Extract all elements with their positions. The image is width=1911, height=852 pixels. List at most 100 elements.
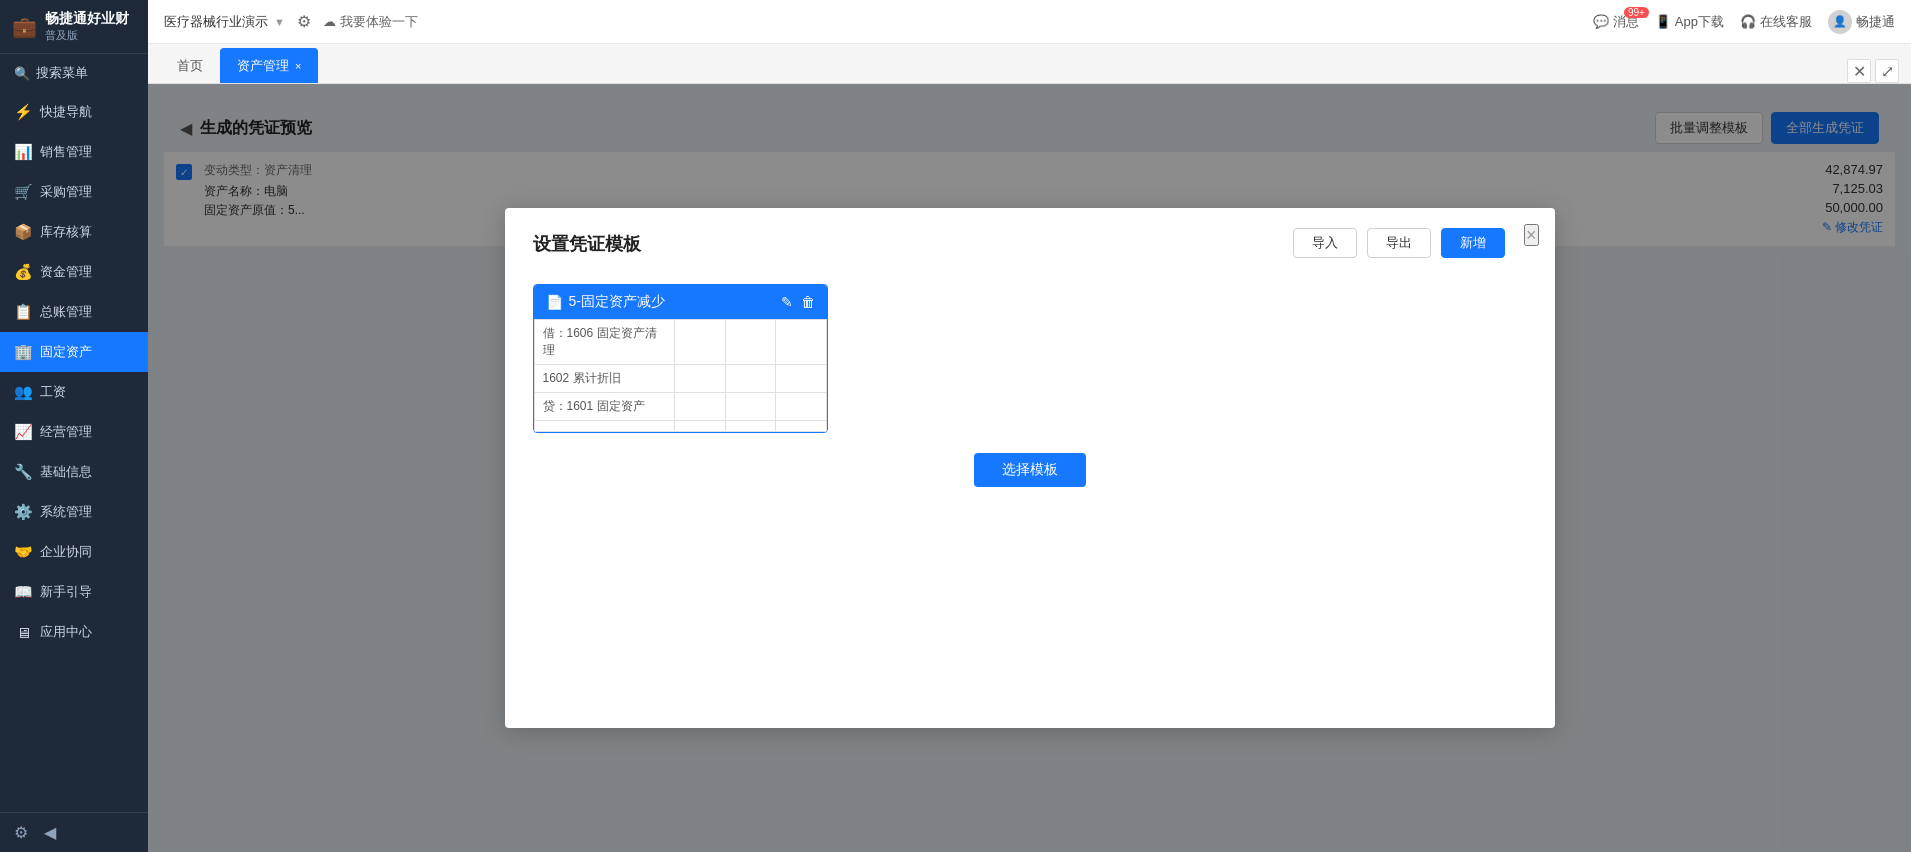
new-template-button[interactable]: 新增 bbox=[1441, 228, 1505, 258]
template-edit-icon[interactable]: ✎ bbox=[781, 294, 793, 310]
cloud-icon: ☁ bbox=[323, 14, 336, 29]
export-button[interactable]: 导出 bbox=[1367, 228, 1431, 258]
template-row bbox=[534, 421, 826, 432]
sidebar-item-label: 总账管理 bbox=[40, 303, 92, 321]
sidebar-item-库存核算[interactable]: 📦 库存核算 bbox=[0, 212, 148, 252]
sidebar-item-label: 新手引导 bbox=[40, 583, 92, 601]
sidebar-item-快捷导航[interactable]: ⚡ 快捷导航 bbox=[0, 92, 148, 132]
cloud-label: 我要体验一下 bbox=[340, 13, 418, 31]
settings-icon[interactable]: ⚙ bbox=[14, 823, 28, 842]
avatar: 👤 bbox=[1828, 10, 1852, 34]
nav-icon: 🤝 bbox=[14, 543, 32, 561]
sidebar-item-工资[interactable]: 👥工资 bbox=[0, 372, 148, 412]
import-button[interactable]: 导入 bbox=[1293, 228, 1357, 258]
template-cell-2 bbox=[725, 365, 775, 393]
sidebar-item-label: 销售管理 bbox=[40, 143, 92, 161]
template-card-action-buttons: ✎ 🗑 bbox=[781, 294, 815, 310]
nav-icon: 🛒 bbox=[14, 183, 32, 201]
sidebar-item-新手引导[interactable]: 📖新手引导 bbox=[0, 572, 148, 612]
topbar-right: 💬 消息 99+ 📱 App下载 🎧 在线客服 👤 畅捷通 bbox=[1593, 10, 1895, 34]
sidebar-item-销售管理[interactable]: 📊 销售管理 bbox=[0, 132, 148, 172]
template-row: 借：1606 固定资产清理 bbox=[534, 320, 826, 365]
nav-icon: ⚡ bbox=[14, 103, 32, 121]
collapse-icon[interactable]: ◀ bbox=[44, 823, 56, 842]
nav-icon: 👥 bbox=[14, 383, 32, 401]
template-cell-2 bbox=[725, 393, 775, 421]
brand-name: 医疗器械行业演示 bbox=[164, 13, 268, 31]
nav-icon: 🖥 bbox=[14, 624, 32, 641]
template-row: 1602 累计折旧 bbox=[534, 365, 826, 393]
message-badge: 99+ bbox=[1624, 7, 1649, 18]
nav-icon: ⚙️ bbox=[14, 503, 32, 521]
template-cell-2 bbox=[725, 421, 775, 432]
nav-icon: 📋 bbox=[14, 303, 32, 321]
topbar-brand[interactable]: 医疗器械行业演示 ▼ bbox=[164, 13, 285, 31]
modal-close-button[interactable]: × bbox=[1524, 224, 1539, 246]
user-label: 畅捷通 bbox=[1856, 13, 1895, 31]
nav-icon: 📈 bbox=[14, 423, 32, 441]
sidebar-item-label: 资金管理 bbox=[40, 263, 92, 281]
sidebar-item-label: 快捷导航 bbox=[40, 103, 92, 121]
sidebar-item-label: 经营管理 bbox=[40, 423, 92, 441]
template-card-header: 📄 5-固定资产减少 ✎ 🗑 bbox=[534, 285, 827, 319]
sidebar-search[interactable]: 🔍 搜索菜单 bbox=[0, 54, 148, 92]
tab-asset-management[interactable]: 资产管理 × bbox=[220, 48, 318, 83]
tab-maximize-button[interactable]: ⤢ bbox=[1875, 59, 1899, 83]
template-account bbox=[534, 421, 675, 432]
app-label: App下载 bbox=[1675, 13, 1724, 31]
sidebar-item-label: 库存核算 bbox=[40, 223, 92, 241]
template-row: 贷：1601 固定资产 bbox=[534, 393, 826, 421]
template-cell-1 bbox=[675, 320, 725, 365]
search-icon: 🔍 bbox=[14, 66, 30, 81]
tab-close-icon[interactable]: × bbox=[295, 60, 301, 72]
template-cell-3 bbox=[776, 320, 826, 365]
template-delete-icon[interactable]: 🗑 bbox=[801, 294, 815, 310]
modal-toolbar: 导入 导出 新增 bbox=[1293, 228, 1505, 258]
tab-home[interactable]: 首页 bbox=[160, 48, 220, 83]
template-account: 贷：1601 固定资产 bbox=[534, 393, 675, 421]
sidebar-item-应用中心[interactable]: 🖥 应用中心 bbox=[0, 612, 148, 652]
topbar-online-service[interactable]: 🎧 在线客服 bbox=[1740, 13, 1812, 31]
template-cell-2 bbox=[725, 320, 775, 365]
tabbar: 首页 资产管理 × ✕ ⤢ bbox=[148, 44, 1911, 84]
topbar-user[interactable]: 👤 畅捷通 bbox=[1828, 10, 1895, 34]
tab-close-button[interactable]: ✕ bbox=[1847, 59, 1871, 83]
topbar: 医疗器械行业演示 ▼ ⚙ ☁ 我要体验一下 💬 消息 99+ 📱 App下载 bbox=[148, 0, 1911, 44]
topbar-messages[interactable]: 💬 消息 99+ bbox=[1593, 13, 1639, 31]
tab-asset-label: 资产管理 bbox=[237, 57, 289, 75]
sidebar-search-label: 搜索菜单 bbox=[36, 64, 88, 82]
sidebar-item-label: 应用中心 bbox=[40, 623, 92, 641]
template-name: 5-固定资产减少 bbox=[569, 293, 665, 311]
nav-icon: 🔧 bbox=[14, 463, 32, 481]
sidebar-item-资金管理[interactable]: 💰 资金管理 bbox=[0, 252, 148, 292]
tab-home-label: 首页 bbox=[177, 57, 203, 75]
template-cell-3 bbox=[776, 421, 826, 432]
sidebar-item-经营管理[interactable]: 📈 经营管理 bbox=[0, 412, 148, 452]
service-label: 在线客服 bbox=[1760, 13, 1812, 31]
template-cell-3 bbox=[776, 393, 826, 421]
app-name: 畅捷通好业财 bbox=[45, 10, 129, 28]
sidebar-item-label: 企业协同 bbox=[40, 543, 92, 561]
topbar-cloud-trial[interactable]: ☁ 我要体验一下 bbox=[323, 13, 418, 31]
sidebar-item-系统管理[interactable]: ⚙️ 系统管理 bbox=[0, 492, 148, 532]
sidebar-item-label: 系统管理 bbox=[40, 503, 92, 521]
sidebar-item-总账管理[interactable]: 📋 总账管理 bbox=[0, 292, 148, 332]
select-template-section: 选择模板 bbox=[533, 453, 1527, 487]
nav-icon: 💰 bbox=[14, 263, 32, 281]
nav-icon: 📦 bbox=[14, 223, 32, 241]
template-cell-1 bbox=[675, 393, 725, 421]
modal-set-template: × 设置凭证模板 导入 导出 新增 📄 5-固定资产减 bbox=[505, 208, 1555, 728]
sidebar-item-企业协同[interactable]: 🤝 企业协同 bbox=[0, 532, 148, 572]
message-icon: 💬 bbox=[1593, 14, 1609, 29]
sidebar-item-基础信息[interactable]: 🔧基础信息 bbox=[0, 452, 148, 492]
template-account: 1602 累计折旧 bbox=[534, 365, 675, 393]
tabbar-actions: ✕ ⤢ bbox=[1847, 59, 1899, 83]
select-template-button[interactable]: 选择模板 bbox=[974, 453, 1086, 487]
topbar-app-download[interactable]: 📱 App下载 bbox=[1655, 13, 1724, 31]
sidebar-item-采购管理[interactable]: 🛒采购管理 bbox=[0, 172, 148, 212]
topbar-settings-icon[interactable]: ⚙ bbox=[297, 12, 311, 31]
sidebar-item-固定资产[interactable]: 🏢固定资产 bbox=[0, 332, 148, 372]
content-area: ◀ 生成的凭证预览 批量调整模板 全部生成凭证 ✓ 变动类型：资产清理 资产名 bbox=[148, 84, 1911, 852]
nav-icon: 📊 bbox=[14, 143, 32, 161]
sidebar-item-label: 固定资产 bbox=[40, 343, 92, 361]
